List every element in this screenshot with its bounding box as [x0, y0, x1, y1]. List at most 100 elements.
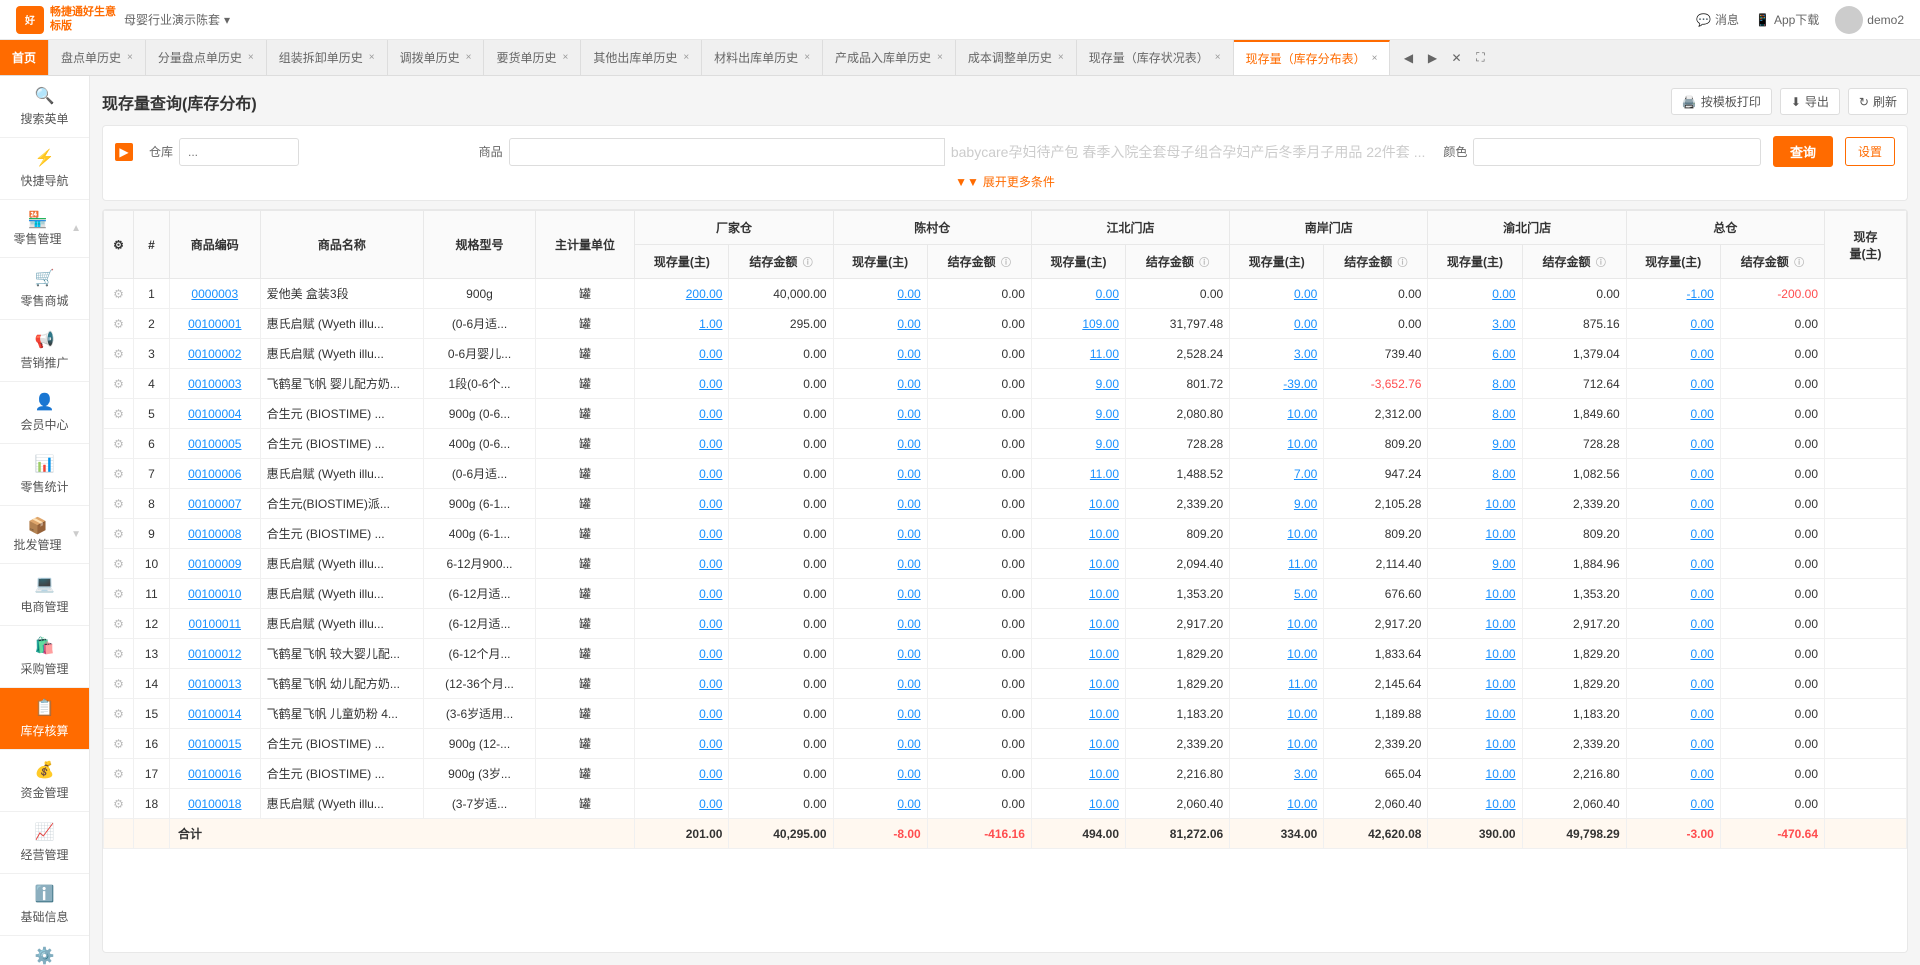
tab-prev-btn[interactable]: ◀: [1398, 48, 1418, 68]
gear-cell[interactable]: ⚙: [104, 669, 134, 699]
tab-transfer[interactable]: 调拨单历史 ×: [388, 40, 485, 76]
tab-expand-btn[interactable]: ⛶: [1470, 48, 1490, 68]
close-icon[interactable]: ×: [683, 52, 689, 63]
sidebar-item-system[interactable]: ⚙️ 系统管理: [0, 936, 89, 965]
close-icon[interactable]: ×: [937, 52, 943, 63]
tab-product-in[interactable]: 产成品入库单历史 ×: [823, 40, 956, 76]
gear-cell[interactable]: ⚙: [104, 789, 134, 819]
sidebar-item-finance[interactable]: 💰 资金管理: [0, 750, 89, 812]
table-row: ⚙ 14 00100013 飞鹤星飞帆 幼儿配方奶... (12-36个月...…: [104, 669, 1907, 699]
sidebar-label: 库存核算: [20, 722, 68, 739]
jiangbei-stock-cell: 10.00: [1031, 579, 1125, 609]
expand-icon-btn[interactable]: ▶: [115, 143, 133, 161]
query-button[interactable]: 查询: [1773, 136, 1833, 167]
sidebar-item-ecommerce[interactable]: 💻 电商管理: [0, 564, 89, 626]
unit-cell: 罐: [535, 639, 635, 669]
gear-cell[interactable]: ⚙: [104, 369, 134, 399]
close-icon[interactable]: ×: [1058, 52, 1064, 63]
export-button[interactable]: ⬇ 导出: [1780, 88, 1840, 115]
gear-cell[interactable]: ⚙: [104, 489, 134, 519]
name-cell: 惠氏启赋 (Wyeth illu...: [260, 579, 424, 609]
close-icon[interactable]: ×: [248, 52, 254, 63]
tab-stock-dist[interactable]: 现存量（库存分布表） ×: [1234, 40, 1391, 76]
gear-cell[interactable]: ⚙: [104, 579, 134, 609]
refresh-button[interactable]: ↻ 刷新: [1848, 88, 1908, 115]
gear-cell[interactable]: ⚙: [104, 549, 134, 579]
sidebar-item-retail-mgmt[interactable]: 🏪 零售管理 ▲: [0, 200, 89, 258]
gear-cell[interactable]: ⚙: [104, 429, 134, 459]
tab-inventory-check[interactable]: 盘点单历史 ×: [49, 40, 146, 76]
factory-amount-cell: 0.00: [729, 429, 833, 459]
tab-split-check[interactable]: 分量盘点单历史 ×: [146, 40, 267, 76]
tab-material-out[interactable]: 材料出库单历史 ×: [702, 40, 823, 76]
user-area[interactable]: demo2: [1835, 6, 1904, 34]
app-download-action[interactable]: 📱 App下载: [1755, 11, 1819, 28]
nanan-stock-cell: 10.00: [1230, 729, 1324, 759]
sidebar-item-purchase[interactable]: 🛍️ 采购管理: [0, 626, 89, 688]
sidebar-item-search[interactable]: 🔍 搜索英单: [0, 76, 89, 138]
warehouse-input[interactable]: [179, 138, 299, 166]
gear-cell[interactable]: ⚙: [104, 399, 134, 429]
nanan-amount-sub: 结存金额 ⓘ: [1324, 245, 1428, 279]
sidebar-item-mall[interactable]: 🛒 零售商城: [0, 258, 89, 320]
sidebar-item-nav[interactable]: ⚡ 快捷导航: [0, 138, 89, 200]
nanan-amount-cell: 0.00: [1324, 279, 1428, 309]
gear-cell[interactable]: ⚙: [104, 339, 134, 369]
gear-cell[interactable]: ⚙: [104, 279, 134, 309]
sidebar-item-wholesale[interactable]: 📦 批发管理 ▼: [0, 506, 89, 564]
chenlu-stock-cell: 0.00: [833, 699, 927, 729]
product-input[interactable]: [509, 138, 945, 166]
gear-cell[interactable]: ⚙: [104, 639, 134, 669]
tenant-selector[interactable]: 母婴行业演示陈套 ▾: [124, 11, 230, 28]
close-icon[interactable]: ×: [1372, 53, 1378, 64]
gear-cell[interactable]: ⚙: [104, 459, 134, 489]
tab-cost-adj[interactable]: 成本调整单历史 ×: [956, 40, 1077, 76]
num-cell: 10: [134, 549, 170, 579]
num-cell: 9: [134, 519, 170, 549]
gear-cell[interactable]: ⚙: [104, 699, 134, 729]
tab-home[interactable]: 首页: [0, 40, 49, 76]
sidebar-label: 快捷导航: [20, 172, 68, 189]
tab-order[interactable]: 要货单历史 ×: [484, 40, 581, 76]
top-bar-right: 💬 消息 📱 App下载 demo2: [1696, 6, 1904, 34]
expand-conditions-btn[interactable]: ▼▼ 展开更多条件: [947, 173, 1063, 190]
gear-cell[interactable]: ⚙: [104, 609, 134, 639]
total-amount-cell: 0.00: [1720, 309, 1824, 339]
message-action[interactable]: 💬 消息: [1696, 11, 1739, 28]
tab-other-out[interactable]: 其他出库单历史 ×: [581, 40, 702, 76]
close-icon[interactable]: ×: [1215, 52, 1221, 63]
factory-amount-cell: 40,000.00: [729, 279, 833, 309]
table-row: ⚙ 12 00100011 惠氏启赋 (Wyeth illu... (6-12月…: [104, 609, 1907, 639]
sidebar-item-basic[interactable]: ℹ️ 基础信息: [0, 874, 89, 936]
spec-cell: (3-7岁适...: [424, 789, 535, 819]
close-icon[interactable]: ×: [466, 52, 472, 63]
gear-cell[interactable]: ⚙: [104, 759, 134, 789]
factory-amount-cell: 0.00: [729, 399, 833, 429]
tab-stock-status[interactable]: 现存量（库存状况表） ×: [1077, 40, 1234, 76]
sidebar-item-member[interactable]: 👤 会员中心: [0, 382, 89, 444]
close-icon[interactable]: ×: [562, 52, 568, 63]
jiangbei-stock-cell: 0.00: [1031, 279, 1125, 309]
sidebar-item-inventory[interactable]: 📋 库存核算: [0, 688, 89, 750]
close-icon[interactable]: ×: [369, 52, 375, 63]
print-button[interactable]: 🖨️ 按模板打印: [1671, 88, 1772, 115]
sidebar-item-retail-stats[interactable]: 📊 零售统计: [0, 444, 89, 506]
nanan-amount-cell: 2,105.28: [1324, 489, 1428, 519]
gear-cell[interactable]: ⚙: [104, 309, 134, 339]
gear-cell[interactable]: ⚙: [104, 519, 134, 549]
sidebar-label: 经营管理: [20, 846, 68, 863]
sidebar-item-marketing[interactable]: 📢 营销推广: [0, 320, 89, 382]
close-icon[interactable]: ×: [804, 52, 810, 63]
tab-next-btn[interactable]: ▶: [1422, 48, 1442, 68]
sidebar-item-operations[interactable]: 📈 经营管理: [0, 812, 89, 874]
close-icon[interactable]: ×: [127, 52, 133, 63]
table-row: ⚙ 3 00100002 惠氏启赋 (Wyeth illu... 0-6月婴儿.…: [104, 339, 1907, 369]
yubei-amount-cell: 2,339.20: [1522, 489, 1626, 519]
gear-cell[interactable]: ⚙: [104, 729, 134, 759]
factory-header: 厂家仓: [635, 211, 833, 245]
jiangbei-amount-cell: 1,488.52: [1126, 459, 1230, 489]
color-input[interactable]: [1473, 138, 1761, 166]
setting-button[interactable]: 设置: [1845, 137, 1895, 166]
tab-close-all-btn[interactable]: ✕: [1446, 48, 1466, 68]
tab-assembly[interactable]: 组装拆卸单历史 ×: [267, 40, 388, 76]
